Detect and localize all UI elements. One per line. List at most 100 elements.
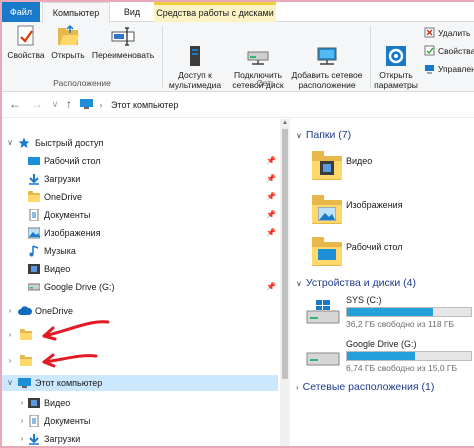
scroll-thumb[interactable] [282,129,288,379]
manage-label: Управлен [438,64,474,74]
chevron-down-icon[interactable]: ∨ [296,279,302,288]
network-section-header[interactable]: › Сетевые расположения (1) [296,381,434,393]
gear-icon [384,34,408,66]
drive-name: Google Drive (G:) [346,339,417,349]
navigation-bar: ← → ∨ ↑ › Этот компьютер [2,92,474,118]
folder-tile-videos[interactable]: Видео [312,151,472,191]
forward-button[interactable]: → [30,97,44,111]
properties-label: Свойства [7,50,45,60]
nav-item-onedrive-folder[interactable]: OneDrive 📌 [2,189,278,205]
rename-icon [111,24,135,48]
breadcrumb-this-pc[interactable]: Этот компьютер [111,100,178,110]
drive-icon [27,281,41,293]
rename-label: Переименовать [91,50,155,60]
nav-onedrive[interactable]: › OneDrive [2,303,278,319]
address-field[interactable]: › Этот компьютер [80,96,474,114]
nav-item-videos[interactable]: Видео [2,261,278,277]
drive-usage-bar [346,307,472,317]
devices-section-header[interactable]: ∨ Устройства и диски (4) [296,277,416,289]
checkmark-properties-icon [424,45,435,56]
folder-tile-desktop[interactable]: Рабочий стол [312,237,472,277]
up-button[interactable]: ↑ [62,97,76,111]
properties-button[interactable]: Свойства [6,24,46,60]
tab-computer[interactable]: Компьютер [42,2,110,23]
breadcrumb-separator[interactable]: › [100,100,103,110]
media-server-icon [183,34,207,66]
star-icon [18,137,30,149]
nav-item-music[interactable]: Музыка [2,243,278,259]
folder-icon [20,355,32,367]
folder-name: Видео [346,156,373,166]
tab-view[interactable]: Вид [114,2,150,22]
uninstall-label: Удалить [438,28,471,38]
ribbon: Свойства Открыть Переименовать Расположе… [2,22,474,92]
pin-icon[interactable]: 📌 [266,153,276,169]
nav-item-google-drive[interactable]: Google Drive (G:) 📌 [2,279,278,295]
back-button[interactable]: ← [8,97,22,111]
scroll-up-arrow[interactable]: ▲ [280,120,290,126]
pin-icon[interactable]: 📌 [266,207,276,223]
open-settings-button[interactable]: Открыть параметры [374,24,418,90]
quick-access-label: Быстрый доступ [35,138,104,148]
pin-icon[interactable]: 📌 [266,171,276,187]
nav-item-desktop[interactable]: Рабочий стол 📌 [2,153,278,169]
chevron-right-icon[interactable]: › [6,353,14,369]
system-properties-button[interactable]: Свойства [424,44,474,58]
nav-this-pc-videos[interactable]: › Видео [2,395,278,411]
network-drive-icon [246,34,270,65]
nav-item-downloads[interactable]: Загрузки 📌 [2,171,278,187]
chevron-right-icon[interactable]: › [18,395,26,411]
nav-item-documents[interactable]: Документы 📌 [2,207,278,223]
uninstall-button[interactable]: Удалить [424,26,470,40]
nav-item-label: Документы [44,210,91,220]
pin-icon[interactable]: 📌 [266,279,276,295]
open-button[interactable]: Открыть [48,24,88,60]
music-icon [28,245,40,257]
pin-icon[interactable]: 📌 [266,189,276,205]
nav-item-pictures[interactable]: Изображения 📌 [2,225,278,241]
rename-button[interactable]: Переименовать [90,24,156,60]
manage-button[interactable]: Управлен [424,62,474,76]
drive-sys-c[interactable]: SYS (C:) 36,2 ГБ свободно из 118 ГБ [306,295,472,335]
uninstall-icon [424,27,435,38]
nav-this-pc-documents[interactable]: › Документы [2,413,278,429]
ribbon-tab-bar: Файл Компьютер Вид Средства работы с дис… [2,2,474,23]
drive-usage-fill [347,352,416,360]
documents-icon [28,208,40,222]
chevron-right-icon[interactable]: › [18,413,26,429]
drive-google-drive-g[interactable]: Google Drive (G:) 6,74 ГБ свободно из 15… [306,339,472,379]
nav-item-label: Загрузки [44,434,81,444]
downloads-icon [28,433,40,445]
open-folder-icon [56,24,80,48]
network-header-label: Сетевые расположения (1) [302,381,435,393]
nav-unnamed-folder-1[interactable]: › [2,327,278,343]
nav-quick-access[interactable]: ∨ Быстрый доступ [2,135,278,151]
folders-section-header[interactable]: ∨ Папки (7) [296,129,351,141]
videos-folder-icon [312,151,342,181]
chevron-down-icon[interactable]: ∨ [6,375,14,391]
network-group-label: Сеть [256,78,276,88]
pin-icon[interactable]: 📌 [266,225,276,241]
drive-name: SYS (C:) [346,295,382,305]
windows-drive-icon [306,299,340,325]
folder-tile-pictures[interactable]: Изображения [312,195,472,235]
desktop-folder-icon [312,237,342,267]
chevron-right-icon[interactable]: › [18,431,26,447]
drive-icon [306,343,340,369]
chevron-down-icon[interactable]: ∨ [6,135,14,151]
chevron-down-icon[interactable]: ∨ [296,131,302,140]
nav-pane-scrollbar[interactable]: ▲ [280,119,290,448]
tab-drive-tools[interactable]: Средства работы с дисками [154,2,276,22]
nav-this-pc-downloads[interactable]: › Загрузки [2,431,278,447]
nav-item-label: Этот компьютер [35,378,103,388]
recent-locations-dropdown[interactable]: ∨ [48,99,62,110]
chevron-right-icon[interactable]: › [6,303,14,319]
nav-item-label: Видео [44,264,71,274]
open-settings-label: Открыть параметры [374,70,418,90]
nav-this-pc[interactable]: ∨ Этот компьютер [2,375,278,391]
nav-unnamed-folder-2[interactable]: › [2,353,278,369]
chevron-right-icon[interactable]: › [6,327,14,343]
chevron-right-icon[interactable]: › [296,383,299,392]
devices-header-label: Устройства и диски (4) [305,277,416,289]
tab-file[interactable]: Файл [2,2,40,22]
